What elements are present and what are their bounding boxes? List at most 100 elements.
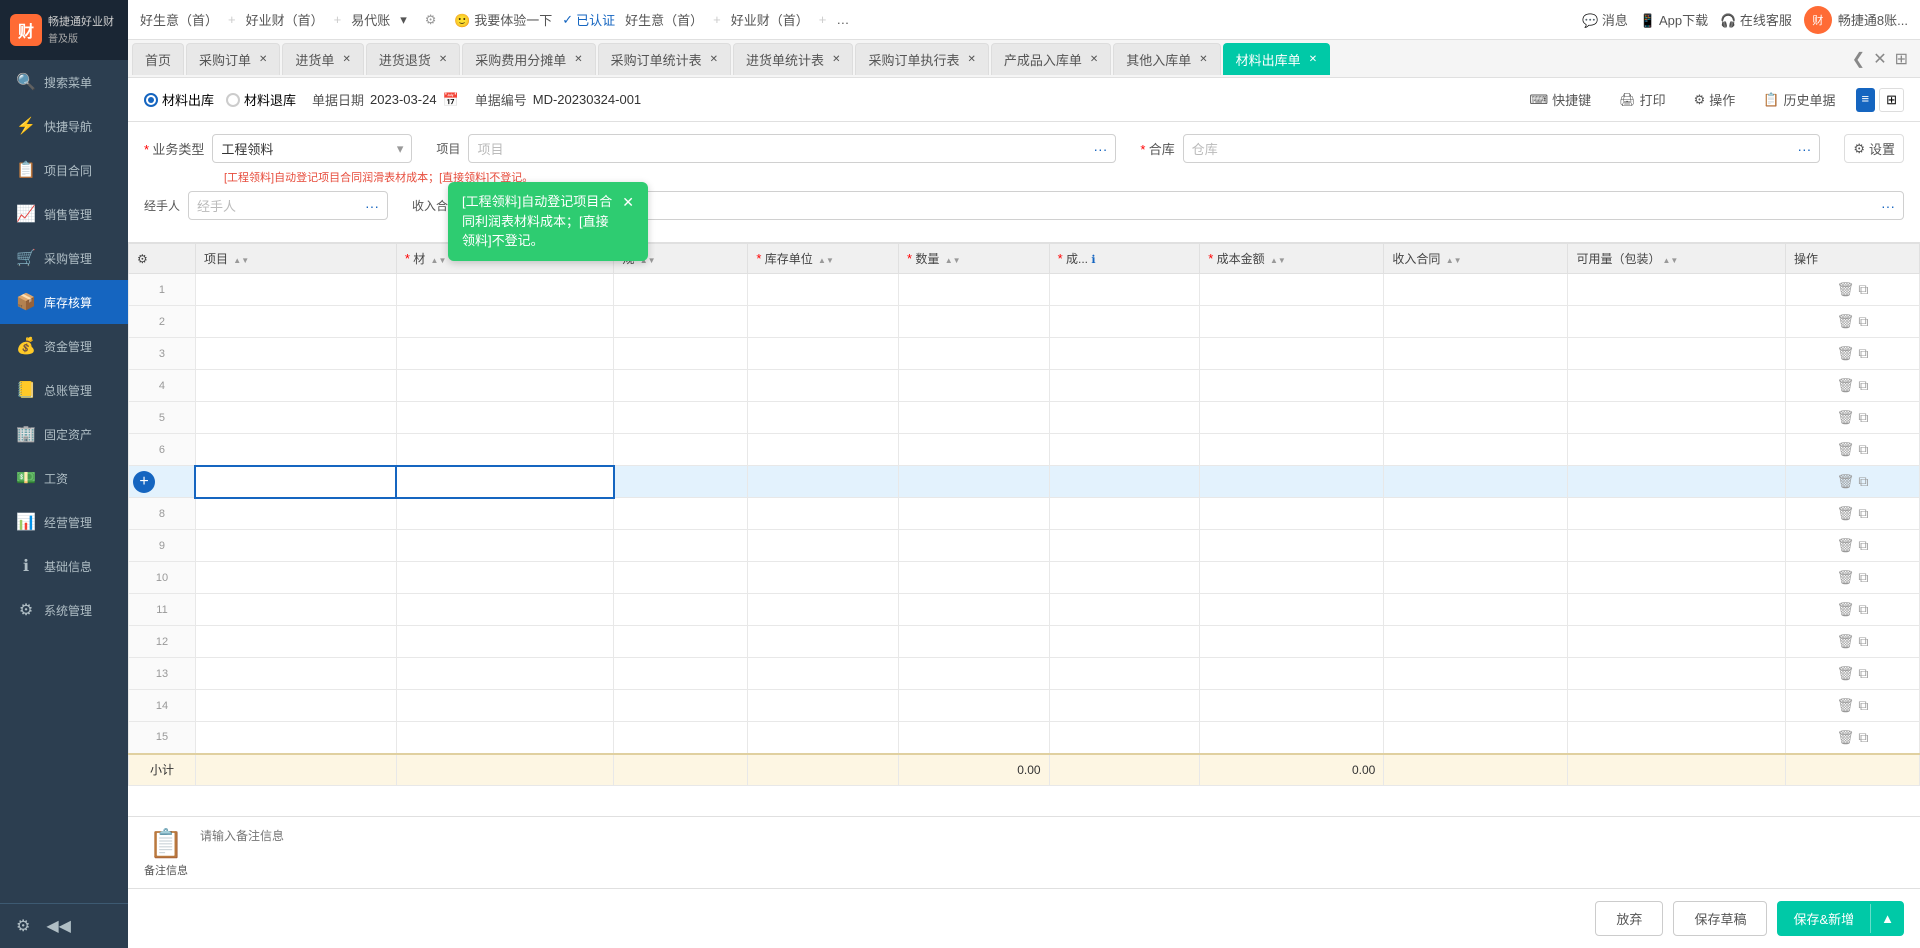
cell-income-contract[interactable] <box>1384 274 1568 306</box>
cell-cost-amount[interactable] <box>1200 274 1384 306</box>
delete-icon[interactable]: 🗑 <box>1837 697 1855 714</box>
topbar-link-3[interactable]: 易代账 <box>351 10 390 29</box>
cell-cost[interactable] <box>1049 402 1200 434</box>
cell-unit[interactable] <box>748 402 899 434</box>
cell-spec[interactable] <box>614 626 748 658</box>
cell-qty[interactable] <box>898 370 1049 402</box>
tooltip-close-btn[interactable]: ✕ <box>622 192 634 213</box>
copy-icon[interactable]: ⧉ <box>1858 633 1868 650</box>
cell-unit[interactable] <box>748 338 899 370</box>
history-btn[interactable]: 📋 历史单据 <box>1755 86 1843 113</box>
tab-material-out[interactable]: 材料出库单 ✕ <box>1223 43 1330 75</box>
cell-available[interactable] <box>1568 370 1786 402</box>
tab-goods-return[interactable]: 进货退货 ✕ <box>366 43 460 75</box>
tab-goods-receipt[interactable]: 进货单 ✕ <box>282 43 363 75</box>
cell-qty[interactable] <box>898 594 1049 626</box>
cell-material[interactable] <box>396 530 614 562</box>
copy-icon[interactable]: ⧉ <box>1858 409 1868 426</box>
app-download-action[interactable]: 📱 App下载 <box>1640 10 1708 29</box>
cell-qty[interactable] <box>898 274 1049 306</box>
col-available[interactable]: 可用量（包装）▲▼ <box>1568 244 1786 274</box>
topbar-link-2[interactable]: 好业财（首） <box>246 10 324 29</box>
delete-icon[interactable]: 🗑 <box>1837 537 1855 554</box>
tab-purchase-fee[interactable]: 采购费用分摊单 ✕ <box>462 43 595 75</box>
cell-cost-amount[interactable] <box>1200 370 1384 402</box>
cell-qty[interactable] <box>898 562 1049 594</box>
settings-btn[interactable]: ⚙ 设置 <box>1844 134 1904 163</box>
sidebar-item-工资[interactable]: 💵 工资 <box>0 456 128 500</box>
active-cell-qty[interactable] <box>898 466 1049 498</box>
cell-income-contract[interactable] <box>1384 530 1568 562</box>
sidebar-item-基础信息[interactable]: ℹ 基础信息 <box>0 544 128 588</box>
copy-icon[interactable]: ⧉ <box>1858 313 1868 330</box>
warehouse-input[interactable]: 仓库 ··· <box>1183 134 1821 163</box>
cell-cost[interactable] <box>1049 690 1200 722</box>
cell-spec[interactable] <box>614 658 748 690</box>
cell-income-contract[interactable] <box>1384 306 1568 338</box>
sidebar-item-资金管理[interactable]: 💰 资金管理 <box>0 324 128 368</box>
cell-spec[interactable] <box>614 370 748 402</box>
topbar-link-1[interactable]: 好生意（首） <box>140 10 218 29</box>
copy-icon[interactable]: ⧉ <box>1858 729 1868 746</box>
cell-cost[interactable] <box>1049 498 1200 530</box>
cell-cost[interactable] <box>1049 434 1200 466</box>
tab-close[interactable]: ✕ <box>1090 54 1098 65</box>
operation-btn[interactable]: ⚙ 操作 <box>1686 86 1744 113</box>
copy-icon[interactable]: ⧉ <box>1858 345 1868 362</box>
copy-icon[interactable]: ⧉ <box>1858 601 1868 618</box>
cell-income-contract[interactable] <box>1384 370 1568 402</box>
cell-spec[interactable] <box>614 498 748 530</box>
notes-input[interactable] <box>200 827 1904 867</box>
cell-material[interactable] <box>396 722 614 754</box>
active-cell-cost[interactable] <box>1049 466 1200 498</box>
topbar-link-more[interactable]: … <box>836 12 849 27</box>
add-row-btn[interactable]: + <box>133 471 155 493</box>
cell-material[interactable] <box>396 626 614 658</box>
delete-icon[interactable]: 🗑 <box>1837 569 1855 586</box>
cell-unit[interactable] <box>748 626 899 658</box>
cell-cost-amount[interactable] <box>1200 658 1384 690</box>
cell-project[interactable] <box>195 626 396 658</box>
col-cost[interactable]: * 成... ℹ <box>1049 244 1200 274</box>
col-income-contract[interactable]: 收入合同 ▲▼ <box>1384 244 1568 274</box>
tab-goods-stat[interactable]: 进货单统计表 ✕ <box>733 43 853 75</box>
cell-cost[interactable] <box>1049 594 1200 626</box>
tab-close[interactable]: ✕ <box>710 54 718 65</box>
col-qty[interactable]: * 数量 ▲▼ <box>898 244 1049 274</box>
sidebar-item-系统管理[interactable]: ⚙ 系统管理 <box>0 588 128 632</box>
cell-material[interactable] <box>396 658 614 690</box>
cell-unit[interactable] <box>748 722 899 754</box>
delete-icon[interactable]: 🗑 <box>1837 441 1855 458</box>
cell-cost[interactable] <box>1049 626 1200 658</box>
copy-icon[interactable]: ⧉ <box>1858 505 1868 522</box>
date-value[interactable]: 2023-03-24 <box>370 92 437 107</box>
cell-available[interactable] <box>1568 722 1786 754</box>
sidebar-item-库存核算[interactable]: 📦 库存核算 <box>0 280 128 324</box>
number-value[interactable]: MD-20230324-001 <box>533 92 641 107</box>
more-dots-icon[interactable]: ··· <box>1093 141 1107 157</box>
cell-spec[interactable] <box>614 402 748 434</box>
tab-other-in[interactable]: 其他入库单 ✕ <box>1113 43 1220 75</box>
copy-icon[interactable]: ⧉ <box>1858 281 1868 298</box>
cell-unit[interactable] <box>748 306 899 338</box>
delete-icon[interactable]: 🗑 <box>1837 345 1855 362</box>
cell-cost-amount[interactable] <box>1200 722 1384 754</box>
cell-project[interactable] <box>195 274 396 306</box>
active-cell-cost-amount[interactable] <box>1200 466 1384 498</box>
cell-unit[interactable] <box>748 530 899 562</box>
cell-spec[interactable] <box>614 434 748 466</box>
cell-cost-amount[interactable] <box>1200 690 1384 722</box>
cell-unit[interactable] <box>748 658 899 690</box>
copy-icon[interactable]: ⧉ <box>1858 665 1868 682</box>
cell-income-contract[interactable] <box>1384 690 1568 722</box>
tab-close[interactable]: ✕ <box>574 54 582 65</box>
tab-home[interactable]: 首页 <box>132 43 184 75</box>
tab-close-window-icon[interactable]: ✕ <box>1873 49 1886 69</box>
cell-qty[interactable] <box>898 306 1049 338</box>
copy-icon[interactable]: ⧉ <box>1858 441 1868 458</box>
cell-cost[interactable] <box>1049 658 1200 690</box>
delete-icon[interactable]: 🗑 <box>1837 505 1855 522</box>
cell-cost-amount[interactable] <box>1200 402 1384 434</box>
cell-project[interactable] <box>195 658 396 690</box>
cell-spec[interactable] <box>614 274 748 306</box>
